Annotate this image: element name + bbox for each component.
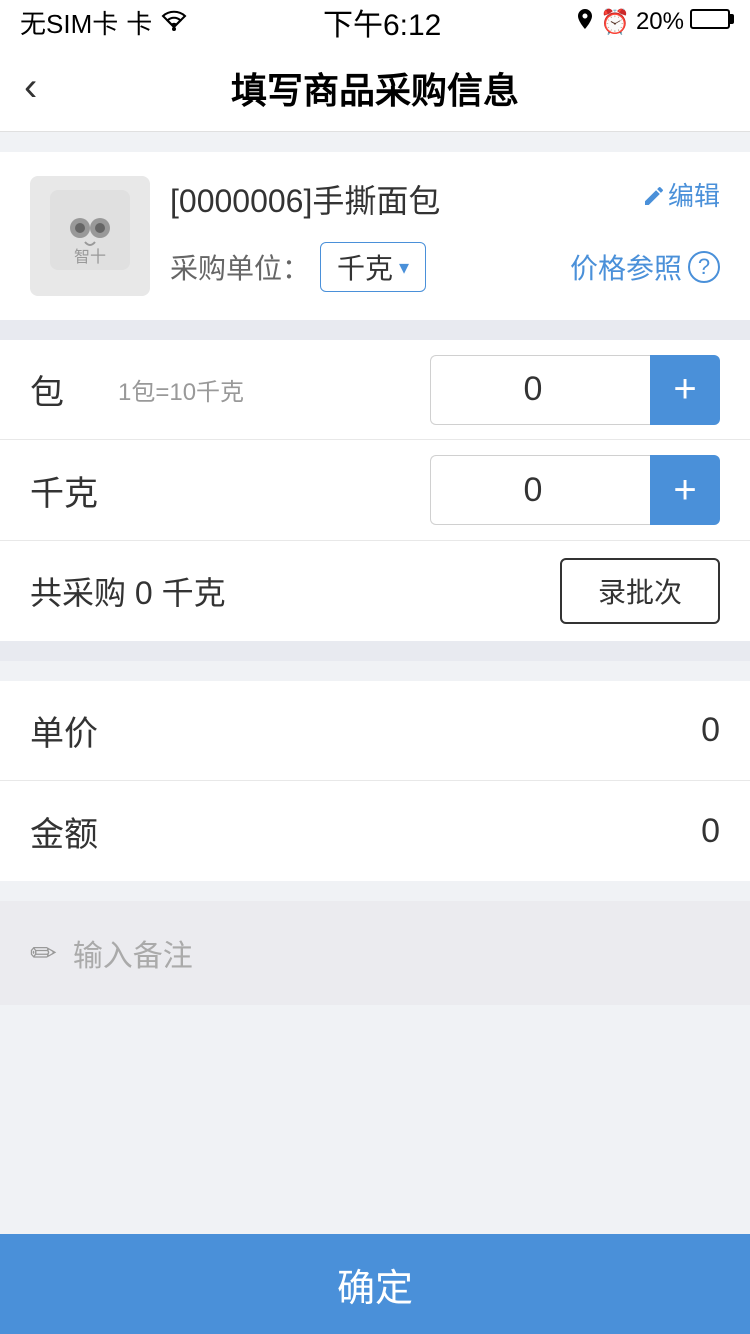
summary-section: 共采购 0 千克 录批次 [0, 540, 750, 641]
product-name: [0000006]手撕面包 [170, 176, 440, 222]
status-right: ⏰ 20% [576, 8, 730, 37]
summary-unit: 千克 [162, 575, 226, 611]
page-title: 填写商品采购信息 [231, 62, 519, 114]
confirm-bar[interactable]: 确定 [0, 1234, 750, 1334]
unit-select[interactable]: 千克 ▾ [320, 242, 426, 292]
bag-input-row: 包 1包=10千克 + [0, 340, 750, 440]
notes-placeholder: 输入备注 [73, 931, 193, 975]
pencil-icon: ✏ [30, 934, 57, 972]
back-button[interactable]: ‹ [24, 65, 37, 110]
batch-button[interactable]: 录批次 [560, 558, 720, 624]
product-image: 智十 [30, 176, 150, 296]
bag-quantity-input[interactable] [430, 355, 650, 425]
unit-price-row: 单价 0 [0, 681, 750, 781]
price-ref-button[interactable]: 价格参照 ? [570, 247, 720, 287]
product-image-placeholder: 智十 [50, 190, 130, 282]
carrier-text: 无SIM卡 [20, 4, 118, 41]
wifi-icon [160, 7, 188, 38]
edit-button[interactable]: 编辑 [642, 176, 720, 213]
summary-text: 共采购 0 千克 [30, 568, 226, 614]
confirm-button[interactable]: 确定 [337, 1257, 413, 1312]
help-icon: ? [688, 251, 720, 283]
bag-plus-button[interactable]: + [650, 355, 720, 425]
bag-sublabel: 1包=10千克 [118, 372, 244, 407]
unit-price-label: 单价 [30, 706, 98, 755]
kg-input-wrapper: + [430, 455, 720, 525]
bag-input-wrapper: + [430, 355, 720, 425]
kg-label: 千克 [30, 466, 110, 515]
location-icon [576, 8, 594, 37]
status-left: 无SIM卡 卡 [20, 4, 188, 41]
nav-bar: ‹ 填写商品采购信息 [0, 44, 750, 132]
alarm-icon: ⏰ [600, 8, 630, 37]
purchase-unit-row: 采购单位： 千克 ▾ 价格参照 ? [170, 242, 720, 292]
dropdown-arrow-icon: ▾ [399, 255, 409, 280]
svg-text:智十: 智十 [74, 248, 106, 266]
battery-icon [690, 8, 730, 36]
battery-percentage: 20% [636, 8, 684, 36]
product-header: [0000006]手撕面包 编辑 [170, 176, 720, 222]
status-time: 下午6:12 [323, 0, 441, 44]
amount-row: 金额 0 [0, 781, 750, 881]
section-divider-2 [0, 641, 750, 661]
kg-quantity-input[interactable] [430, 455, 650, 525]
summary-quantity: 0 [135, 575, 153, 611]
product-details: [0000006]手撕面包 编辑 采购单位： 千克 ▾ 价格参照 ? [170, 176, 720, 292]
kg-plus-button[interactable]: + [650, 455, 720, 525]
amount-label: 金额 [30, 807, 98, 856]
unit-price-value: 0 [701, 711, 720, 750]
status-bar: 无SIM卡 卡 下午6:12 ⏰ 20% [0, 0, 750, 44]
input-section: 包 1包=10千克 + 千克 + [0, 340, 750, 540]
summary-row: 共采购 0 千克 录批次 [0, 541, 750, 641]
section-divider-1 [0, 320, 750, 340]
purchase-unit-label: 采购单位： [170, 247, 310, 287]
product-card: 智十 [0000006]手撕面包 编辑 采购单位： 千克 ▾ 价格参照 ? [0, 152, 750, 320]
amount-value: 0 [701, 812, 720, 851]
sim-icon: 卡 [126, 4, 152, 41]
bag-label: 包 [30, 365, 110, 414]
kg-input-row: 千克 + [0, 440, 750, 540]
unit-value: 千克 [337, 247, 393, 287]
price-section: 单价 0 金额 0 [0, 681, 750, 881]
notes-section[interactable]: ✏ 输入备注 [0, 901, 750, 1005]
